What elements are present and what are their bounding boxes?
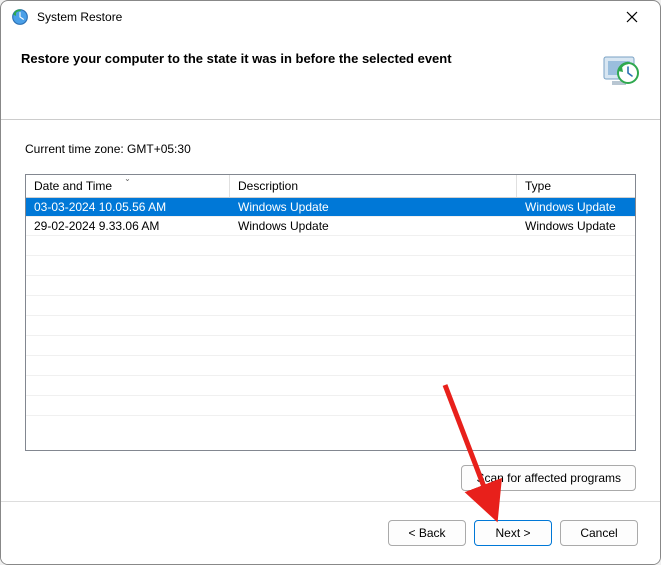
close-button[interactable] — [612, 3, 652, 31]
table-row[interactable]: 03-03-2024 10.05.56 AM Windows Update Wi… — [26, 198, 635, 217]
restore-points-table[interactable]: ⌄ Date and Time Description Type 03-03-2… — [25, 174, 636, 451]
empty-row — [26, 396, 635, 416]
table-body: 03-03-2024 10.05.56 AM Windows Update Wi… — [26, 198, 635, 450]
empty-row — [26, 336, 635, 356]
next-button[interactable]: Next > — [474, 520, 552, 546]
footer: < Back Next > Cancel — [1, 501, 660, 564]
col-header-datetime[interactable]: ⌄ Date and Time — [26, 175, 230, 197]
empty-row — [26, 236, 635, 256]
scan-row: Scan for affected programs — [25, 465, 636, 491]
col-header-type-label: Type — [525, 179, 551, 193]
cancel-button[interactable]: Cancel — [560, 520, 638, 546]
col-header-datetime-label: Date and Time — [34, 179, 112, 193]
back-button[interactable]: < Back — [388, 520, 466, 546]
empty-row — [26, 376, 635, 396]
table-row[interactable]: 29-02-2024 9.33.06 AM Windows Update Win… — [26, 217, 635, 236]
cell-description: Windows Update — [230, 217, 517, 235]
close-icon — [626, 11, 638, 23]
col-header-description[interactable]: Description — [230, 175, 517, 197]
restore-large-icon — [598, 51, 640, 89]
restore-icon — [11, 8, 29, 26]
header-band: Restore your computer to the state it wa… — [1, 33, 660, 120]
empty-row — [26, 356, 635, 376]
titlebar: System Restore — [1, 1, 660, 33]
cell-datetime: 03-03-2024 10.05.56 AM — [26, 198, 230, 216]
cell-type: Windows Update — [517, 198, 635, 216]
sort-indicator-icon: ⌄ — [124, 174, 131, 183]
page-heading: Restore your computer to the state it wa… — [21, 51, 598, 66]
empty-row — [26, 256, 635, 276]
scan-affected-button[interactable]: Scan for affected programs — [461, 465, 636, 491]
window-title: System Restore — [37, 10, 612, 24]
col-header-type[interactable]: Type — [517, 175, 635, 197]
empty-row — [26, 316, 635, 336]
timezone-label: Current time zone: GMT+05:30 — [25, 142, 636, 156]
cell-datetime: 29-02-2024 9.33.06 AM — [26, 217, 230, 235]
table-header: ⌄ Date and Time Description Type — [26, 175, 635, 198]
cell-type: Windows Update — [517, 217, 635, 235]
empty-row — [26, 276, 635, 296]
system-restore-window: System Restore Restore your computer to … — [0, 0, 661, 565]
col-header-description-label: Description — [238, 179, 298, 193]
content-area: Current time zone: GMT+05:30 ⌄ Date and … — [1, 120, 660, 501]
empty-row — [26, 296, 635, 316]
cell-description: Windows Update — [230, 198, 517, 216]
